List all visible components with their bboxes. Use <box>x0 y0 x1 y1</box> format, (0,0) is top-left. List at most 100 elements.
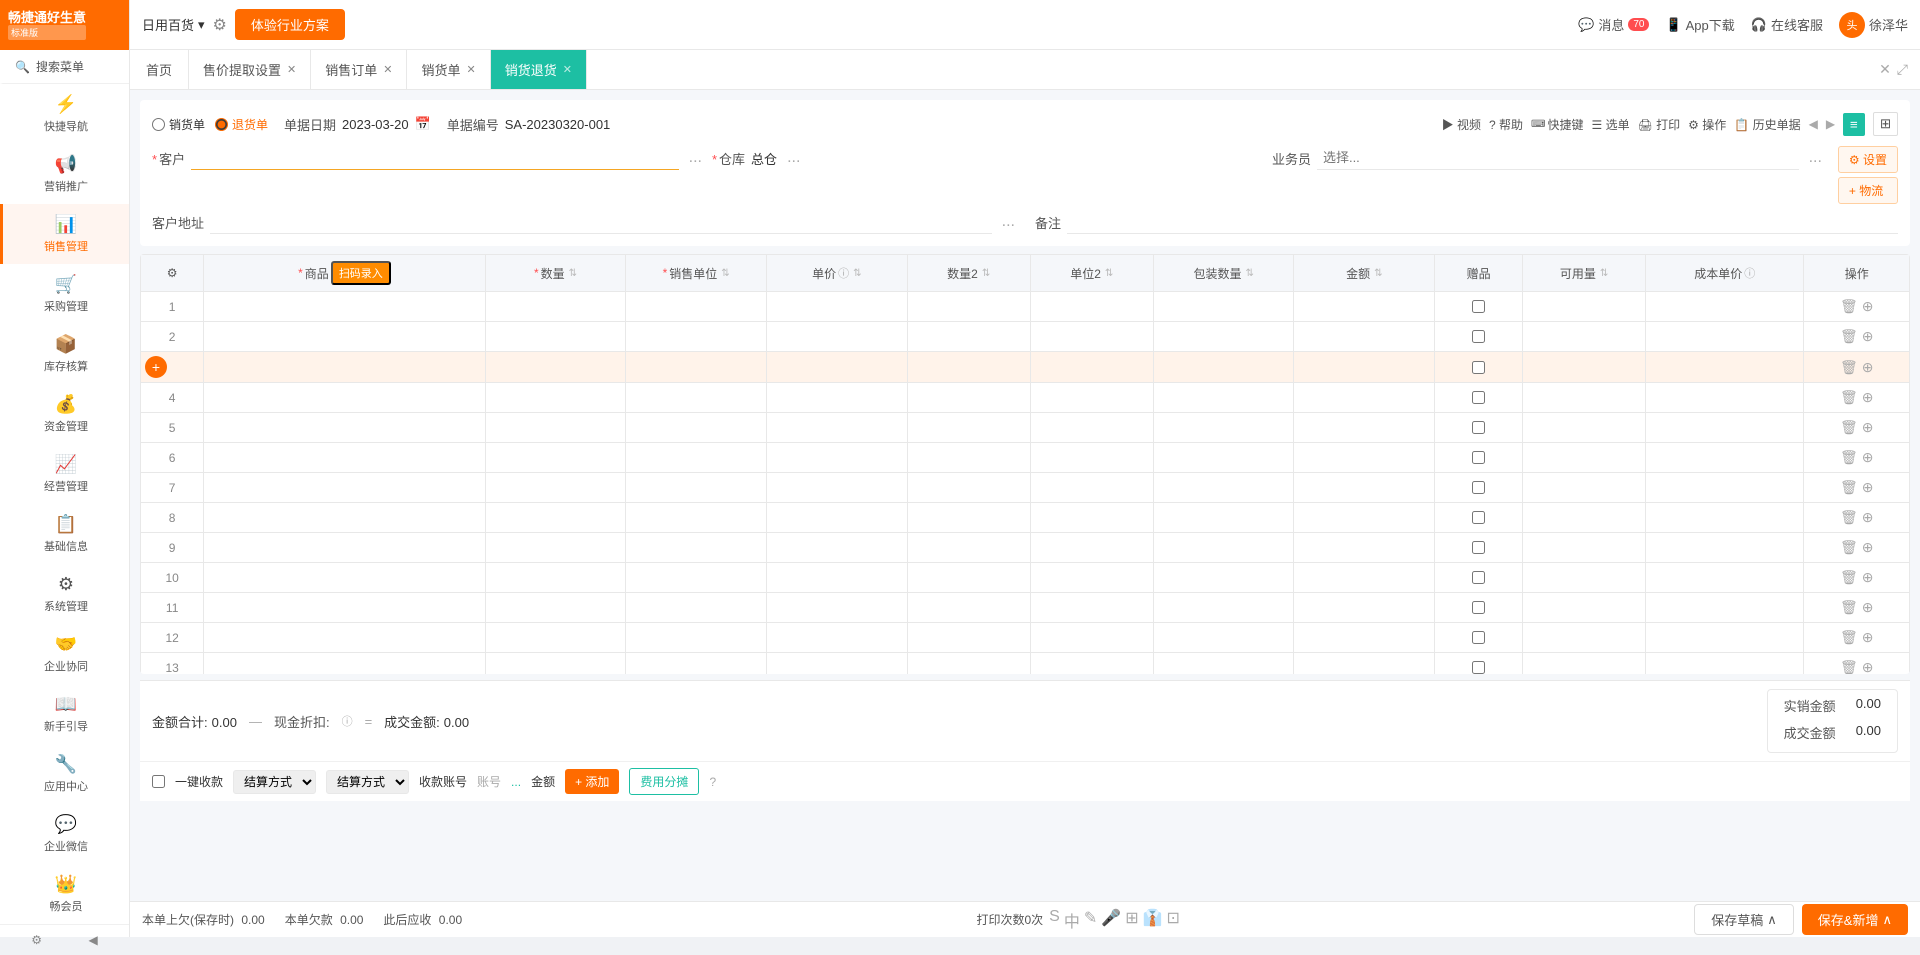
sidebar-item-finance[interactable]: 💰 资金管理 <box>0 384 129 444</box>
calendar-icon[interactable]: 📅 <box>415 116 431 132</box>
gift-cell-6[interactable] <box>1435 443 1523 473</box>
one-click-payment-checkbox[interactable] <box>152 775 165 788</box>
add-row-button[interactable]: + <box>145 356 167 378</box>
copy-icon-2[interactable]: ⊕ <box>1862 328 1874 345</box>
pack-cell-10[interactable] <box>1153 563 1294 593</box>
product-cell-12[interactable] <box>204 623 485 653</box>
payment-help-icon[interactable]: ? <box>709 775 716 789</box>
amount-cell-10[interactable] <box>1294 563 1435 593</box>
unit2-cell-13[interactable] <box>1030 653 1153 675</box>
cost-cell-11[interactable] <box>1646 593 1804 623</box>
product-cell-1[interactable] <box>204 292 485 322</box>
pack-cell-9[interactable] <box>1153 533 1294 563</box>
product-input-11[interactable] <box>208 601 480 615</box>
unit2-cell-3[interactable] <box>1030 352 1153 383</box>
cost-cell-5[interactable] <box>1646 413 1804 443</box>
s-icon3[interactable]: ✎ <box>1084 908 1097 932</box>
avail-cell-7[interactable] <box>1523 473 1646 503</box>
product-cell-8[interactable] <box>204 503 485 533</box>
unit2-cell-11[interactable] <box>1030 593 1153 623</box>
sidebar-item-search[interactable]: 🔍 搜索菜单 <box>0 50 129 84</box>
gift-checkbox-8[interactable] <box>1472 511 1485 524</box>
price-cell-6[interactable] <box>766 443 907 473</box>
unit-cell-6[interactable] <box>626 443 767 473</box>
product-input-10[interactable] <box>208 571 480 585</box>
unit-cell-10[interactable] <box>626 563 767 593</box>
qty-cell-10[interactable] <box>485 563 626 593</box>
product-input-2[interactable] <box>208 330 480 344</box>
unit2-cell-9[interactable] <box>1030 533 1153 563</box>
copy-icon-13[interactable]: ⊕ <box>1862 659 1874 674</box>
cost-cell-12[interactable] <box>1646 623 1804 653</box>
avail-sort-icon[interactable]: ⇅ <box>1600 268 1608 279</box>
cost-cell-3[interactable] <box>1646 352 1804 383</box>
unit-cell-5[interactable] <box>626 413 767 443</box>
unit2-cell-1[interactable] <box>1030 292 1153 322</box>
avail-cell-6[interactable] <box>1523 443 1646 473</box>
unit2-cell-6[interactable] <box>1030 443 1153 473</box>
gift-checkbox-3[interactable] <box>1472 361 1485 374</box>
delete-icon-2[interactable]: 🗑 <box>1840 328 1858 345</box>
qty-cell-9[interactable] <box>485 533 626 563</box>
sidebar-item-marketing[interactable]: 📢 营销推广 <box>0 144 129 204</box>
product-cell-10[interactable] <box>204 563 485 593</box>
sidebar-item-basic[interactable]: 📋 基础信息 <box>0 504 129 564</box>
print-btn[interactable]: 🖨 打印 <box>1638 116 1681 133</box>
unit2-cell-7[interactable] <box>1030 473 1153 503</box>
amount-cell-7[interactable] <box>1294 473 1435 503</box>
pack-cell-13[interactable] <box>1153 653 1294 675</box>
scan-button[interactable]: 扫码录入 <box>331 261 391 285</box>
gift-checkbox-11[interactable] <box>1472 601 1485 614</box>
close-tab-icon[interactable]: ✕ <box>1879 61 1891 78</box>
radio-sale[interactable]: 销货单 <box>152 116 205 133</box>
trial-button[interactable]: 体验行业方案 <box>235 9 345 40</box>
tab-sale-return[interactable]: 销货退货 ✕ <box>491 50 587 89</box>
gift-cell-4[interactable] <box>1435 383 1523 413</box>
pack-cell-6[interactable] <box>1153 443 1294 473</box>
unit-sort-icon[interactable]: ⇅ <box>721 268 729 279</box>
qty-cell-3[interactable] <box>485 352 626 383</box>
delete-icon-13[interactable]: 🗑 <box>1840 659 1858 674</box>
amount-cell-9[interactable] <box>1294 533 1435 563</box>
price-info-icon[interactable]: ⓘ <box>838 265 849 281</box>
qty2-cell-10[interactable] <box>907 563 1030 593</box>
pack-cell-2[interactable] <box>1153 322 1294 352</box>
gift-checkbox-6[interactable] <box>1472 451 1485 464</box>
gift-cell-8[interactable] <box>1435 503 1523 533</box>
product-input-6[interactable] <box>208 451 480 465</box>
sidebar-item-apps[interactable]: 🔧 应用中心 <box>0 744 129 804</box>
qty2-cell-13[interactable] <box>907 653 1030 675</box>
product-input-9[interactable] <box>208 541 480 555</box>
unit-cell-8[interactable] <box>626 503 767 533</box>
help-icon[interactable]: ? 帮助 <box>1489 116 1523 133</box>
gift-checkbox-4[interactable] <box>1472 391 1485 404</box>
tab-sale-delivery[interactable]: 销货单 ✕ <box>407 50 490 89</box>
gift-cell-9[interactable] <box>1435 533 1523 563</box>
unit-cell-3[interactable] <box>626 352 767 383</box>
avail-cell-12[interactable] <box>1523 623 1646 653</box>
pack-cell-12[interactable] <box>1153 623 1294 653</box>
price-cell-12[interactable] <box>766 623 907 653</box>
gift-checkbox-9[interactable] <box>1472 541 1485 554</box>
amount-cell-2[interactable] <box>1294 322 1435 352</box>
avail-cell-3[interactable] <box>1523 352 1646 383</box>
s-icon6[interactable]: 👔 <box>1143 908 1163 932</box>
copy-icon-5[interactable]: ⊕ <box>1862 419 1874 436</box>
delete-icon-11[interactable]: 🗑 <box>1840 599 1858 616</box>
online-service-button[interactable]: 🎧 在线客服 <box>1751 15 1823 34</box>
col-header-settings[interactable]: ⚙ <box>141 255 204 292</box>
pack-cell-3[interactable] <box>1153 352 1294 383</box>
qty2-cell-2[interactable] <box>907 322 1030 352</box>
tab-sale-setting[interactable]: 售价提取设置 ✕ <box>189 50 311 89</box>
sidebar-item-wechat[interactable]: 💬 企业微信 <box>0 804 129 864</box>
delete-icon-1[interactable]: 🗑 <box>1840 298 1858 315</box>
qty2-cell-4[interactable] <box>907 383 1030 413</box>
salesperson-dots[interactable]: ... <box>1809 149 1822 167</box>
unit2-cell-5[interactable] <box>1030 413 1153 443</box>
gift-checkbox-13[interactable] <box>1472 661 1485 674</box>
avail-cell-2[interactable] <box>1523 322 1646 352</box>
qty-cell-1[interactable] <box>485 292 626 322</box>
qty2-cell-3[interactable] <box>907 352 1030 383</box>
pack-cell-8[interactable] <box>1153 503 1294 533</box>
product-input-8[interactable] <box>208 511 480 525</box>
